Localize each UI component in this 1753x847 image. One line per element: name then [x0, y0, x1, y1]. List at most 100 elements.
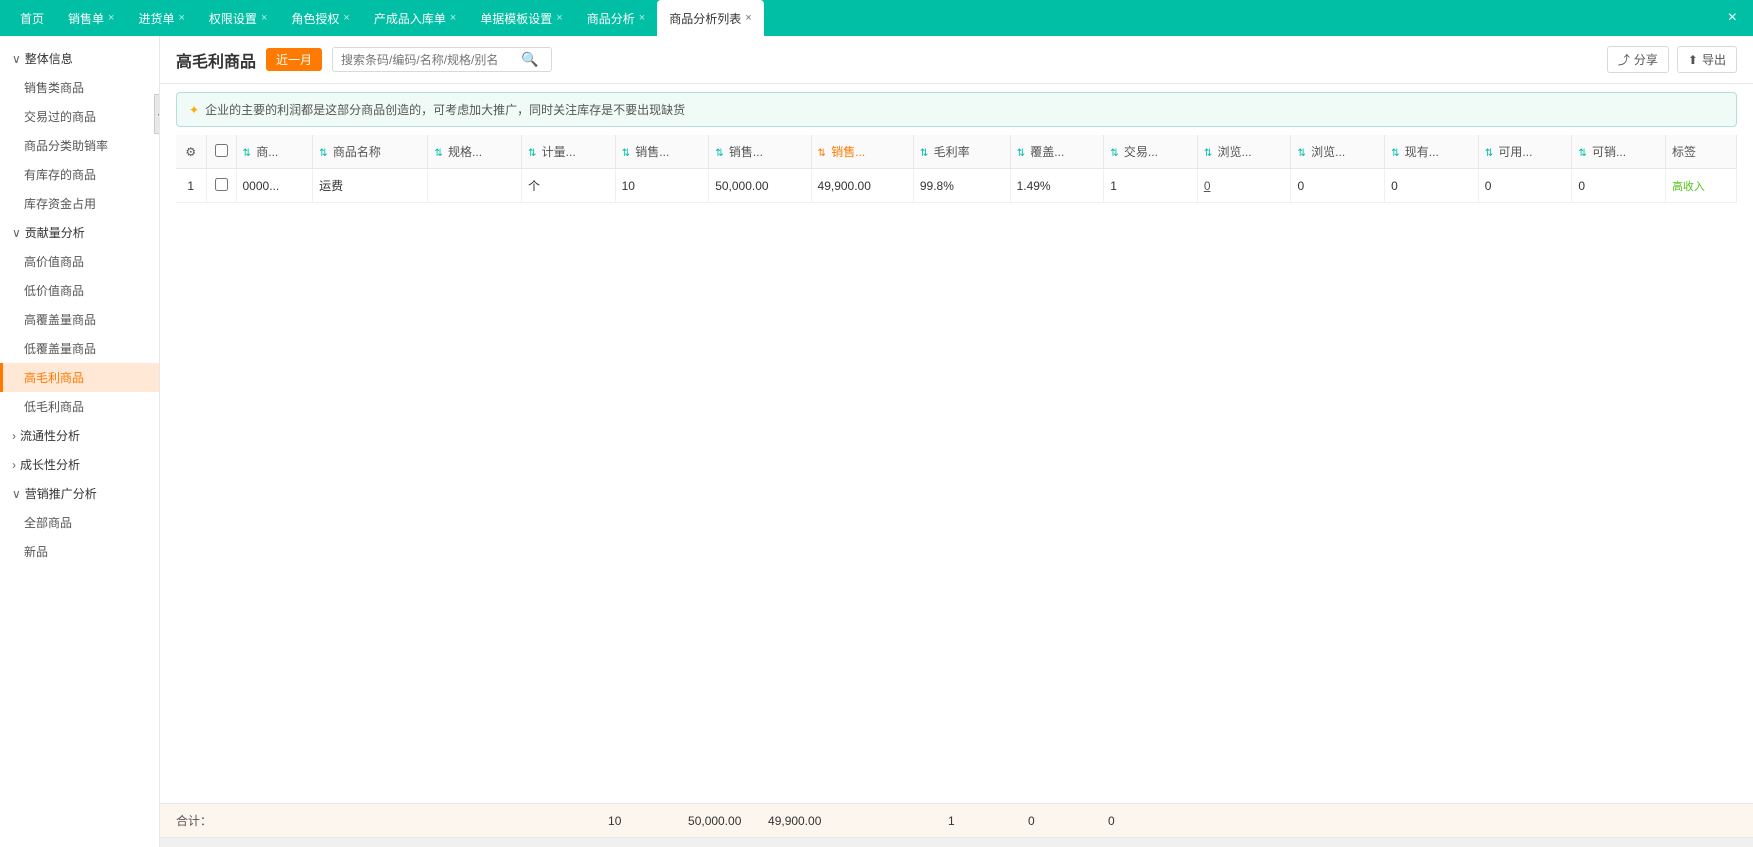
close-template-settings[interactable]: × — [556, 12, 562, 24]
close-role-auth[interactable]: × — [343, 12, 349, 24]
th-name[interactable]: ⇅ 商品名称 — [313, 135, 428, 169]
arrow-icon-4: › — [12, 458, 16, 472]
th-spec[interactable]: ⇅ 规格... — [428, 135, 522, 169]
top-navigation: 首页 销售单 × 进货单 × 权限设置 × 角色授权 × 产成品入库单 × 单据… — [0, 0, 1753, 36]
th-sales2[interactable]: ⇅ 销售... — [709, 135, 811, 169]
cell-browse2: 0 — [1291, 169, 1385, 203]
sort-icon-11: ⇅ — [1204, 148, 1212, 159]
close-product-analysis-list[interactable]: × — [745, 12, 751, 24]
sort-icon-2: ⇅ — [319, 148, 327, 159]
th-coverage[interactable]: ⇅ 覆盖... — [1010, 135, 1104, 169]
horizontal-scrollbar[interactable] — [160, 837, 1753, 847]
footer-browse2: 0 — [1102, 814, 1182, 828]
export-button[interactable]: ⬆ 导出 — [1677, 46, 1737, 73]
th-sellable-stock[interactable]: ⇅ 可销... — [1572, 135, 1666, 169]
sidebar-group-growth[interactable]: › 成长性分析 — [0, 450, 159, 479]
search-icon[interactable]: 🔍 — [521, 51, 538, 68]
arrow-icon: ∨ — [12, 52, 21, 66]
nav-home[interactable]: 首页 — [8, 0, 56, 36]
cell-transaction: 1 — [1104, 169, 1198, 203]
cell-sales2: 50,000.00 — [709, 169, 811, 203]
sidebar-item-high-value[interactable]: 高价值商品 — [0, 247, 159, 276]
cell-name: 运费 — [313, 169, 428, 203]
sort-icon-3: ⇅ — [434, 148, 442, 159]
export-icon: ⬆ — [1688, 53, 1698, 67]
sidebar-item-high-coverage[interactable]: 高覆盖量商品 — [0, 305, 159, 334]
content-area: 高毛利商品 近一月 🔍 ⤴ 分享 ⬆ 导出 ✦ 企业的主要的利润都是这部分 — [160, 36, 1753, 847]
info-banner: ✦ 企业的主要的利润都是这部分商品创造的，可考虑加大推广，同时关注库存是不要出现… — [176, 92, 1737, 127]
th-checkbox[interactable] — [206, 135, 236, 169]
sidebar-group-overall[interactable]: ∨ 整体信息 — [0, 44, 159, 73]
close-sales-order[interactable]: × — [108, 12, 114, 24]
settings-icon[interactable]: ⚙ — [185, 145, 196, 159]
th-code[interactable]: ⇅ 商... — [236, 135, 313, 169]
sidebar-item-new-products[interactable]: 新品 — [0, 537, 159, 566]
sidebar-item-low-coverage[interactable]: 低覆盖量商品 — [0, 334, 159, 363]
sidebar-item-low-value[interactable]: 低价值商品 — [0, 276, 159, 305]
cell-checkbox[interactable] — [206, 169, 236, 203]
cell-code: 0000... — [236, 169, 313, 203]
nav-role-auth[interactable]: 角色授权 × — [279, 0, 361, 36]
search-input[interactable] — [341, 53, 521, 67]
cell-available-stock: 0 — [1478, 169, 1572, 203]
cell-index: 1 — [176, 169, 206, 203]
sidebar-group-marketing[interactable]: ∨ 营销推广分析 — [0, 479, 159, 508]
cell-browse1[interactable]: 0 — [1197, 169, 1291, 203]
nav-permission-settings[interactable]: 权限设置 × — [197, 0, 279, 36]
th-current-stock[interactable]: ⇅ 现有... — [1385, 135, 1479, 169]
sidebar-item-low-margin[interactable]: 低毛利商品 — [0, 392, 159, 421]
sidebar-item-traded-products[interactable]: 交易过的商品 — [0, 102, 159, 131]
th-gross-rate[interactable]: ⇅ 毛利率 — [913, 135, 1010, 169]
th-settings[interactable]: ⚙ — [176, 135, 206, 169]
sidebar-item-in-stock-products[interactable]: 有库存的商品 — [0, 160, 159, 189]
close-product-warehousing[interactable]: × — [450, 12, 456, 24]
sidebar-item-high-margin[interactable]: 高毛利商品 — [0, 363, 159, 392]
sort-icon-5: ⇅ — [622, 148, 630, 159]
sidebar-group-liquidity[interactable]: › 流通性分析 — [0, 421, 159, 450]
sidebar-item-sales-products[interactable]: 销售类商品 — [0, 73, 159, 102]
period-button[interactable]: 近一月 — [266, 48, 322, 71]
header-actions: ⤴ 分享 ⬆ 导出 — [1607, 46, 1737, 73]
search-container: 🔍 — [332, 47, 552, 72]
sidebar-item-category-sales-rate[interactable]: 商品分类助销率 — [0, 131, 159, 160]
cell-unit: 个 — [521, 169, 615, 203]
footer-sales1: 10 — [602, 814, 682, 828]
th-browse1[interactable]: ⇅ 浏览... — [1197, 135, 1291, 169]
th-transaction[interactable]: ⇅ 交易... — [1104, 135, 1198, 169]
cell-current-stock: 0 — [1385, 169, 1479, 203]
nav-product-analysis-list[interactable]: 商品分析列表 × — [657, 0, 763, 36]
sidebar-item-stock-fund-occupation[interactable]: 库存资金占用 — [0, 189, 159, 218]
nav-template-settings[interactable]: 单据模板设置 × — [468, 0, 574, 36]
cell-tag: 高收入 — [1665, 169, 1736, 203]
nav-product-analysis[interactable]: 商品分析 × — [575, 0, 657, 36]
table-row: 1 0000... 运费 — [176, 169, 1737, 203]
close-product-analysis[interactable]: × — [639, 12, 645, 24]
sidebar-group-contribution[interactable]: ∨ 贡献量分析 — [0, 218, 159, 247]
arrow-icon-5: ∨ — [12, 487, 21, 501]
share-button[interactable]: ⤴ 分享 — [1607, 46, 1669, 73]
close-all-tabs[interactable]: × — [1720, 9, 1745, 27]
nav-purchase-order[interactable]: 进货单 × — [126, 0, 196, 36]
nav-sales-order[interactable]: 销售单 × — [56, 0, 126, 36]
select-all-checkbox[interactable] — [215, 144, 228, 157]
close-permission-settings[interactable]: × — [261, 12, 267, 24]
sort-icon-4: ⇅ — [528, 148, 536, 159]
footer-sales2: 50,000.00 — [682, 814, 762, 828]
th-browse2[interactable]: ⇅ 浏览... — [1291, 135, 1385, 169]
nav-product-warehousing[interactable]: 产成品入库单 × — [362, 0, 468, 36]
sidebar-item-all-products[interactable]: 全部商品 — [0, 508, 159, 537]
cell-spec — [428, 169, 522, 203]
sort-icon-9: ⇅ — [1017, 148, 1025, 159]
cell-sellable-stock: 0 — [1572, 169, 1666, 203]
row-checkbox[interactable] — [215, 178, 228, 191]
close-purchase-order[interactable]: × — [178, 12, 184, 24]
table-header-row: ⚙ ⇅ 商... ⇅ 商品名称 — [176, 135, 1737, 169]
th-sales3[interactable]: ⇅ 销售... — [811, 135, 913, 169]
footer-spacer2 — [842, 814, 942, 828]
th-unit[interactable]: ⇅ 计量... — [521, 135, 615, 169]
th-available-stock[interactable]: ⇅ 可用... — [1478, 135, 1572, 169]
content-header: 高毛利商品 近一月 🔍 ⤴ 分享 ⬆ 导出 — [160, 36, 1753, 84]
cell-sales3: 49,900.00 — [811, 169, 913, 203]
footer-transaction: 1 — [942, 814, 1022, 828]
th-sales1[interactable]: ⇅ 销售... — [615, 135, 709, 169]
